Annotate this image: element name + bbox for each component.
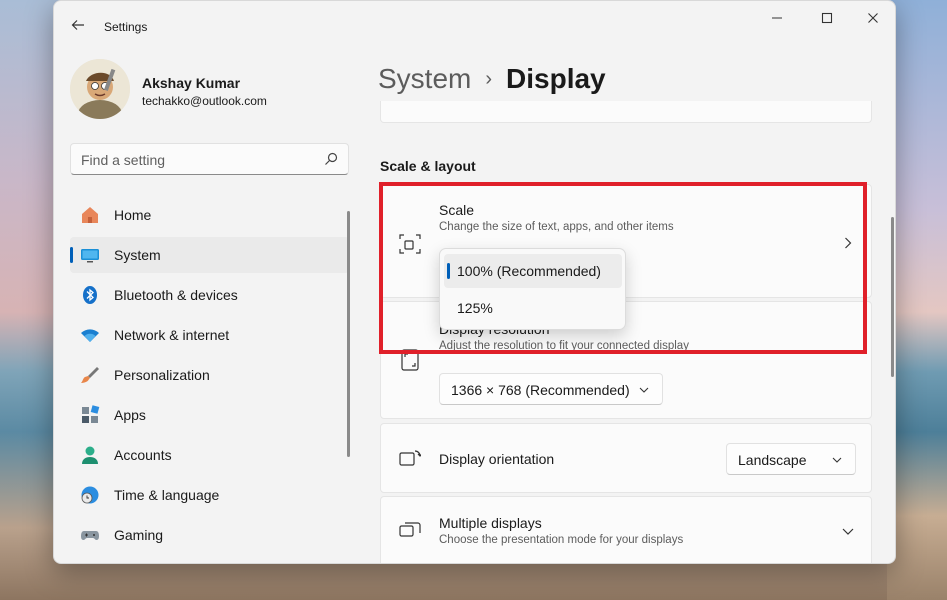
orientation-title: Display orientation (439, 451, 555, 467)
sidebar-scrollbar[interactable] (347, 211, 350, 457)
search-box[interactable] (70, 143, 349, 175)
sidebar-item-network[interactable]: Network & internet (70, 317, 349, 353)
sidebar-item-accounts[interactable]: Accounts (70, 437, 349, 473)
search-input[interactable] (81, 150, 311, 170)
scale-option-label: 125% (457, 300, 493, 316)
close-icon (868, 13, 878, 23)
scale-option-100[interactable]: 100% (Recommended) (444, 254, 622, 288)
avatar[interactable] (70, 59, 130, 119)
clock-globe-icon (81, 486, 99, 504)
user-email: techakko@outlook.com (142, 94, 267, 108)
resolution-value: 1366 × 768 (Recommended) (451, 382, 630, 398)
home-icon (82, 207, 98, 223)
sidebar-item-label: Bluetooth & devices (114, 287, 238, 303)
scale-description: Change the size of text, apps, and other… (439, 221, 674, 233)
resolution-description: Adjust the resolution to fit your connec… (439, 340, 689, 352)
monitor-icon (81, 249, 99, 263)
brush-icon (81, 367, 99, 383)
apps-icon (82, 405, 100, 423)
sidebar-item-apps[interactable]: Apps (70, 397, 349, 433)
person-icon (82, 446, 98, 464)
search-icon[interactable] (324, 152, 338, 166)
user-name: Akshay Kumar (142, 75, 241, 91)
sidebar-item-label: Apps (114, 407, 146, 423)
main-scrollbar[interactable] (891, 217, 894, 377)
sidebar-nav: Home System Bluetooth & devices Network … (70, 197, 349, 557)
orientation-value: Landscape (738, 452, 807, 468)
scale-icon (399, 234, 421, 254)
sidebar-item-label: Network & internet (114, 327, 230, 343)
chevron-down-icon (832, 457, 842, 463)
breadcrumb-parent[interactable]: System (378, 63, 471, 95)
scale-option-125[interactable]: 125% (444, 291, 622, 325)
wifi-icon (81, 329, 99, 342)
app-title: Settings (104, 20, 148, 34)
section-title: Scale & layout (380, 158, 476, 174)
orientation-dropdown[interactable]: Landscape (726, 443, 856, 475)
sidebar-item-label: Time & language (114, 487, 220, 503)
back-button[interactable] (66, 13, 90, 37)
resolution-dropdown[interactable]: 1366 × 768 (Recommended) (439, 373, 663, 405)
chevron-down-icon (639, 387, 649, 393)
sidebar-item-personalization[interactable]: Personalization (70, 357, 349, 393)
sidebar-item-label: Home (114, 207, 152, 223)
minimize-button[interactable] (754, 7, 800, 29)
page-title: Display (506, 63, 606, 94)
resolution-icon (401, 349, 419, 371)
previous-setting-card (380, 101, 872, 123)
sidebar-item-bluetooth[interactable]: Bluetooth & devices (70, 277, 349, 313)
desktop-wallpaper (887, 0, 947, 600)
sidebar-item-home[interactable]: Home (70, 197, 349, 233)
settings-window: Settings Akshay Kumar techakko@outlook.c… (53, 0, 896, 564)
back-arrow-icon (71, 20, 84, 30)
user-avatar-icon (70, 59, 130, 119)
title-bar: Settings (54, 1, 895, 49)
display-orientation-card: Display orientation Landscape (380, 423, 872, 493)
sidebar-item-time-language[interactable]: Time & language (70, 477, 349, 513)
sidebar-item-label: Personalization (114, 367, 210, 383)
sidebar-item-label: Gaming (114, 527, 164, 543)
bluetooth-icon (83, 286, 97, 304)
gamepad-icon (81, 531, 99, 540)
chevron-right-icon[interactable] (841, 236, 855, 250)
multiple-displays-title: Multiple displays (439, 515, 542, 531)
multiple-displays-description: Choose the presentation mode for your di… (439, 534, 684, 546)
sidebar-item-system[interactable]: System (70, 237, 349, 273)
sidebar-item-label: Accounts (114, 447, 172, 463)
chevron-down-icon[interactable] (841, 524, 855, 538)
scale-option-label: 100% (Recommended) (457, 263, 601, 279)
sidebar-item-label: System (114, 247, 161, 263)
scale-title: Scale (439, 202, 475, 218)
breadcrumb-separator: › (485, 67, 493, 90)
orientation-icon (399, 450, 421, 466)
multiple-displays-card[interactable]: Multiple displays Choose the presentatio… (380, 496, 872, 563)
minimize-icon (772, 17, 782, 19)
breadcrumb: System › Display (378, 59, 606, 99)
close-button[interactable] (850, 7, 895, 29)
scale-dropdown-menu: 100% (Recommended) 125% (439, 248, 626, 330)
maximize-button[interactable] (804, 7, 850, 29)
sidebar-item-gaming[interactable]: Gaming (70, 517, 349, 553)
multiple-displays-icon (399, 522, 421, 537)
maximize-icon (821, 12, 833, 24)
